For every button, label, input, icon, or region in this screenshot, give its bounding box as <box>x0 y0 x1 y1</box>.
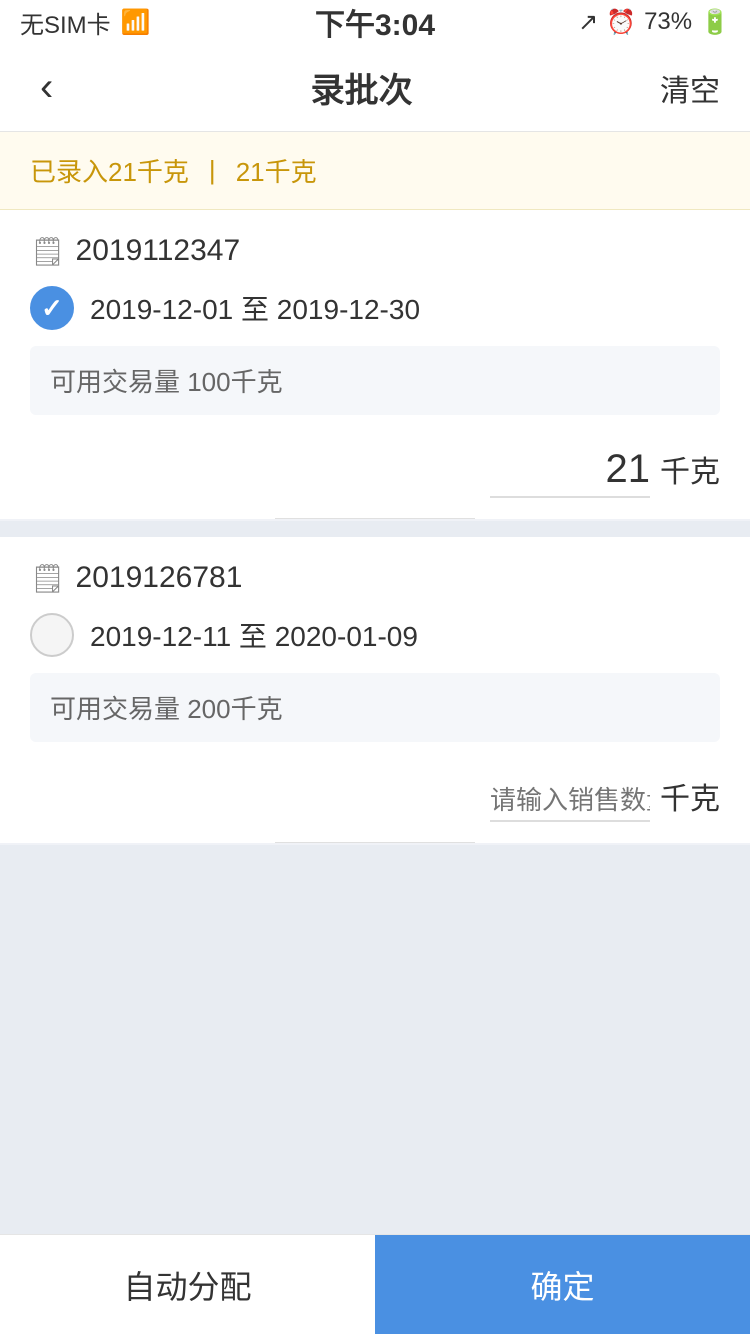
divider-2 <box>275 842 475 843</box>
batch-date-1: 2019-12-01 至 2019-12-30 <box>90 288 420 328</box>
status-time: 下午3:04 <box>315 0 435 44</box>
wifi-icon: 📶 <box>121 8 151 37</box>
sim-text: 无SIM卡 <box>20 5 111 40</box>
quantity-input-1[interactable] <box>490 447 650 498</box>
batch-date-row-2[interactable]: 2019-12-11 至 2020-01-09 <box>0 605 750 665</box>
bottom-bar: 自动分配 确定 <box>0 1234 750 1334</box>
batch-date-2: 2019-12-11 至 2020-01-09 <box>90 615 418 655</box>
batch-id-icon-2: 🗒 <box>30 562 66 595</box>
batch-radio-1[interactable] <box>30 286 74 330</box>
back-button[interactable]: ‹ <box>30 55 63 120</box>
nav-bar: ‹ 录批次 清空 <box>0 44 750 132</box>
amount-row-2: 千克 <box>0 758 750 842</box>
batch-avail-text-2: 可用交易量 200千克 <box>50 694 283 724</box>
confirm-button[interactable]: 确定 <box>375 1235 750 1334</box>
batch-header-2: 🗒 2019126781 <box>0 537 750 605</box>
batch-card-2: 🗒 2019126781 2019-12-11 至 2020-01-09 可用交… <box>0 537 750 843</box>
summary-label: 已录入21千克 <box>30 152 189 189</box>
quantity-input-2[interactable] <box>490 785 650 822</box>
alarm-icon: ⏰ <box>606 8 636 37</box>
page-title: 录批次 <box>311 63 413 112</box>
batch-id-2: 2019126781 <box>76 561 243 595</box>
amount-row-1: 千克 <box>0 431 750 518</box>
summary-bar: 已录入21千克 | 21千克 <box>0 132 750 210</box>
batch-id-icon-1: 🗒 <box>30 235 66 268</box>
clear-button[interactable]: 清空 <box>660 66 720 110</box>
batch-card-1: 🗒 2019112347 2019-12-01 至 2019-12-30 可用交… <box>0 210 750 519</box>
location-icon: ↗ <box>578 8 598 37</box>
batch-header-1: 🗒 2019112347 <box>0 210 750 278</box>
summary-value: 21千克 <box>236 152 317 189</box>
batch-id-1: 2019112347 <box>76 234 241 268</box>
amount-unit-2: 千克 <box>660 774 720 818</box>
summary-divider: | <box>209 155 216 186</box>
batch-radio-2[interactable] <box>30 613 74 657</box>
divider-1 <box>275 518 475 519</box>
batch-avail-row-2: 可用交易量 200千克 <box>30 673 720 742</box>
status-right: ↗ ⏰ 73% 🔋 <box>578 8 730 37</box>
status-bar: 无SIM卡 📶 下午3:04 ↗ ⏰ 73% 🔋 <box>0 0 750 44</box>
status-left: 无SIM卡 📶 <box>20 5 151 40</box>
batch-avail-text-1: 可用交易量 100千克 <box>50 367 283 397</box>
auto-distribute-button[interactable]: 自动分配 <box>0 1235 375 1334</box>
batch-avail-row-1: 可用交易量 100千克 <box>30 346 720 415</box>
section-separator <box>0 521 750 537</box>
battery-icon: 🔋 <box>700 8 730 37</box>
amount-unit-1: 千克 <box>660 447 720 491</box>
battery-text: 73% <box>644 8 692 36</box>
batch-date-row-1[interactable]: 2019-12-01 至 2019-12-30 <box>0 278 750 338</box>
empty-area <box>0 845 750 1245</box>
